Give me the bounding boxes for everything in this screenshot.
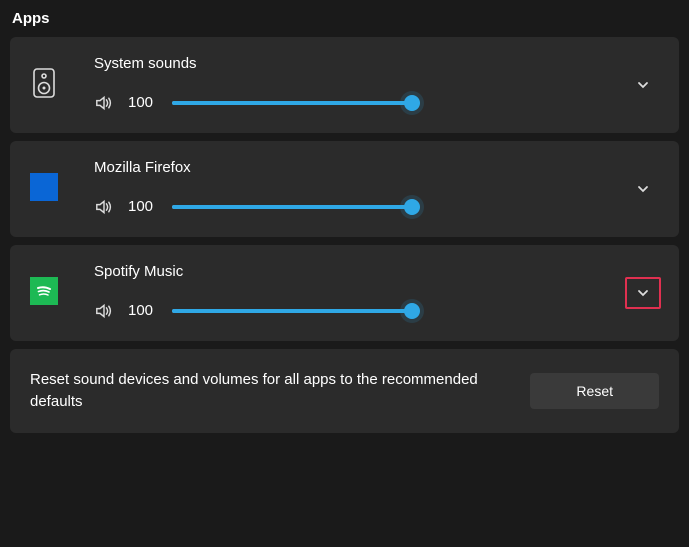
app-card-firefox[interactable]: Mozilla Firefox 100 (10, 141, 679, 237)
app-name-label: System sounds (94, 55, 619, 72)
volume-icon (94, 199, 114, 215)
volume-icon (94, 95, 114, 111)
app-name-label: Mozilla Firefox (94, 159, 619, 176)
slider-thumb[interactable] (404, 95, 420, 111)
slider-fill (172, 101, 412, 105)
volume-value: 100 (128, 302, 158, 319)
volume-value: 100 (128, 198, 158, 215)
slider-thumb[interactable] (404, 199, 420, 215)
reset-card: Reset sound devices and volumes for all … (10, 349, 679, 433)
chevron-down-icon[interactable] (625, 277, 661, 309)
slider-thumb[interactable] (404, 303, 420, 319)
chevron-down-icon[interactable] (625, 173, 661, 205)
app-card-system-sounds[interactable]: System sounds 100 (10, 37, 679, 133)
speaker-device-icon (30, 67, 58, 99)
volume-slider[interactable] (172, 199, 412, 215)
volume-slider[interactable] (172, 95, 412, 111)
spotify-icon (30, 275, 58, 307)
volume-icon (94, 303, 114, 319)
volume-slider[interactable] (172, 303, 412, 319)
section-title: Apps (12, 10, 679, 27)
reset-button[interactable]: Reset (530, 373, 659, 409)
app-card-spotify[interactable]: Spotify Music 100 (10, 245, 679, 341)
firefox-icon (30, 171, 58, 203)
chevron-down-icon[interactable] (625, 69, 661, 101)
app-name-label: Spotify Music (94, 263, 619, 280)
volume-value: 100 (128, 94, 158, 111)
slider-fill (172, 309, 412, 313)
reset-description: Reset sound devices and volumes for all … (30, 369, 510, 413)
slider-fill (172, 205, 412, 209)
